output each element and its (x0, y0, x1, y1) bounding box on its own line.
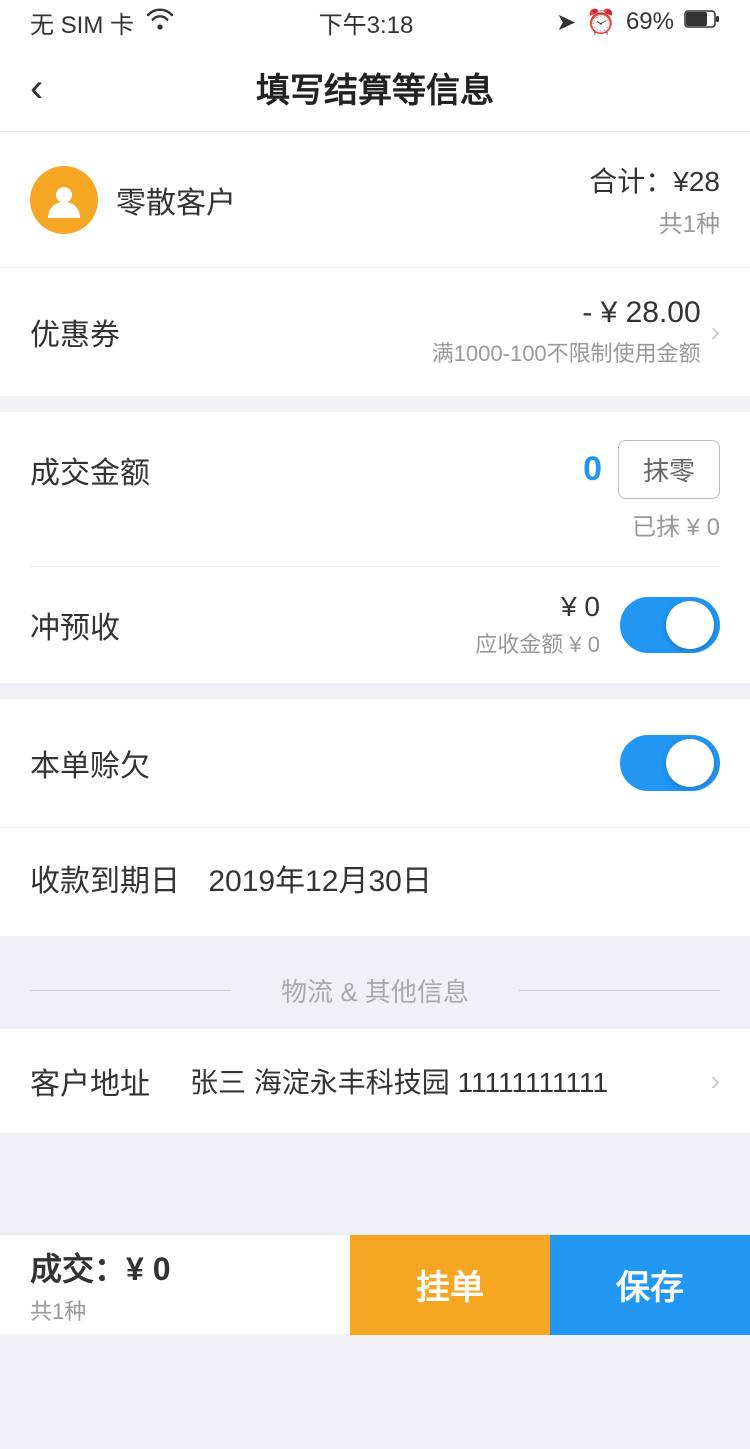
bottom-count: 共1种 (30, 1294, 320, 1326)
prepay-sub: 应收金额 ¥ 0 (475, 627, 600, 659)
status-bar: 无 SIM 卡 下午3:18 ➤ ⏰ 69% (0, 0, 750, 44)
hang-sale-button[interactable]: 挂单 (350, 1235, 550, 1335)
prepay-label: 冲预收 (30, 603, 120, 647)
prepay-row: 冲预收 ¥ 0 应收金额 ¥ 0 (0, 567, 750, 683)
debt-row: 本单赊欠 (0, 699, 750, 827)
deal-right: 0 抹零 (583, 440, 720, 499)
debt-toggle[interactable] (620, 735, 720, 791)
back-button[interactable]: ‹ (30, 68, 43, 108)
coupon-chevron-icon: › (711, 316, 720, 348)
prepay-values: ¥ 0 应收金额 ¥ 0 (475, 591, 600, 659)
location-icon: ➤ (556, 8, 576, 37)
deal-row: 成交金额 0 抹零 (0, 412, 750, 507)
nav-bar: ‹ 填写结算等信息 (0, 44, 750, 132)
status-left: 无 SIM 卡 (30, 5, 176, 40)
due-date-value: 2019年12月30日 (208, 865, 431, 898)
coupon-right: - ¥ 28.00 满1000-100不限制使用金额 (432, 296, 701, 368)
customer-row: 零散客户 合计：¥28 共1种 (0, 132, 750, 267)
deal-label: 成交金额 (30, 448, 150, 492)
total-amount: 合计：¥28 (589, 160, 720, 200)
coupon-description: 满1000-100不限制使用金额 (432, 336, 701, 368)
carrier-text: 无 SIM 卡 (30, 5, 134, 40)
customer-section: 零散客户 合计：¥28 共1种 优惠券 - ¥ 28.00 满1000-100不… (0, 132, 750, 396)
address-value: 张三 海淀永丰科技园 11111111111 (190, 1061, 701, 1101)
round-button[interactable]: 抹零 (618, 440, 720, 499)
debt-toggle-knob (666, 739, 714, 787)
status-right: ➤ ⏰ 69% (556, 8, 720, 37)
toggle-knob (666, 601, 714, 649)
coupon-row[interactable]: 优惠券 - ¥ 28.00 满1000-100不限制使用金额 › (0, 267, 750, 396)
customer-left: 零散客户 (30, 166, 236, 234)
address-label: 客户地址 (30, 1059, 190, 1103)
due-date-label: 收款到期日 (30, 865, 180, 898)
address-row[interactable]: 客户地址 张三 海淀永丰科技园 11111111111 › (0, 1029, 750, 1133)
bottom-summary: 成交：¥ 0 共1种 (0, 1244, 350, 1326)
logistics-separator: 物流 & 其他信息 (0, 952, 750, 1029)
logistics-label: 物流 & 其他信息 (281, 972, 469, 1009)
address-section: 客户地址 张三 海淀永丰科技园 11111111111 › (0, 1029, 750, 1133)
alarm-icon: ⏰ (586, 8, 616, 37)
bottom-deal-amount: ¥ 0 (126, 1251, 170, 1287)
prepay-toggle[interactable] (620, 597, 720, 653)
battery-text: 69% (626, 8, 674, 36)
deal-value: 0 (583, 450, 602, 489)
debt-section: 本单赊欠 收款到期日 2019年12月30日 (0, 699, 750, 936)
deal-section: 成交金额 0 抹零 已抹 ¥ 0 冲预收 ¥ 0 应收金额 ¥ 0 (0, 412, 750, 683)
bottom-deal: 成交：¥ 0 (30, 1244, 320, 1290)
page-title: 填写结算等信息 (256, 63, 494, 112)
save-button[interactable]: 保存 (550, 1235, 750, 1335)
debt-label: 本单赊欠 (30, 741, 150, 785)
coupon-label: 优惠券 (30, 310, 120, 354)
customer-total: 合计：¥28 共1种 (589, 160, 720, 239)
bottom-bar: 成交：¥ 0 共1种 挂单 保存 (0, 1234, 750, 1334)
sep-line-left (30, 990, 231, 991)
total-count: 共1种 (589, 204, 720, 239)
prepay-right: ¥ 0 应收金额 ¥ 0 (475, 591, 720, 659)
wifi-icon (144, 8, 176, 37)
customer-name: 零散客户 (116, 178, 236, 222)
coupon-discount: - ¥ 28.00 (432, 296, 701, 330)
customer-avatar (30, 166, 98, 234)
address-chevron-icon: › (711, 1065, 720, 1097)
deal-sub: 已抹 ¥ 0 (0, 507, 750, 566)
prepay-amount: ¥ 0 (475, 591, 600, 623)
sep-line-right (519, 990, 720, 991)
battery-icon (684, 8, 720, 36)
bottom-deal-prefix: 成交： (30, 1251, 126, 1287)
due-date-row: 收款到期日 2019年12月30日 (0, 827, 750, 936)
status-time: 下午3:18 (319, 5, 414, 40)
